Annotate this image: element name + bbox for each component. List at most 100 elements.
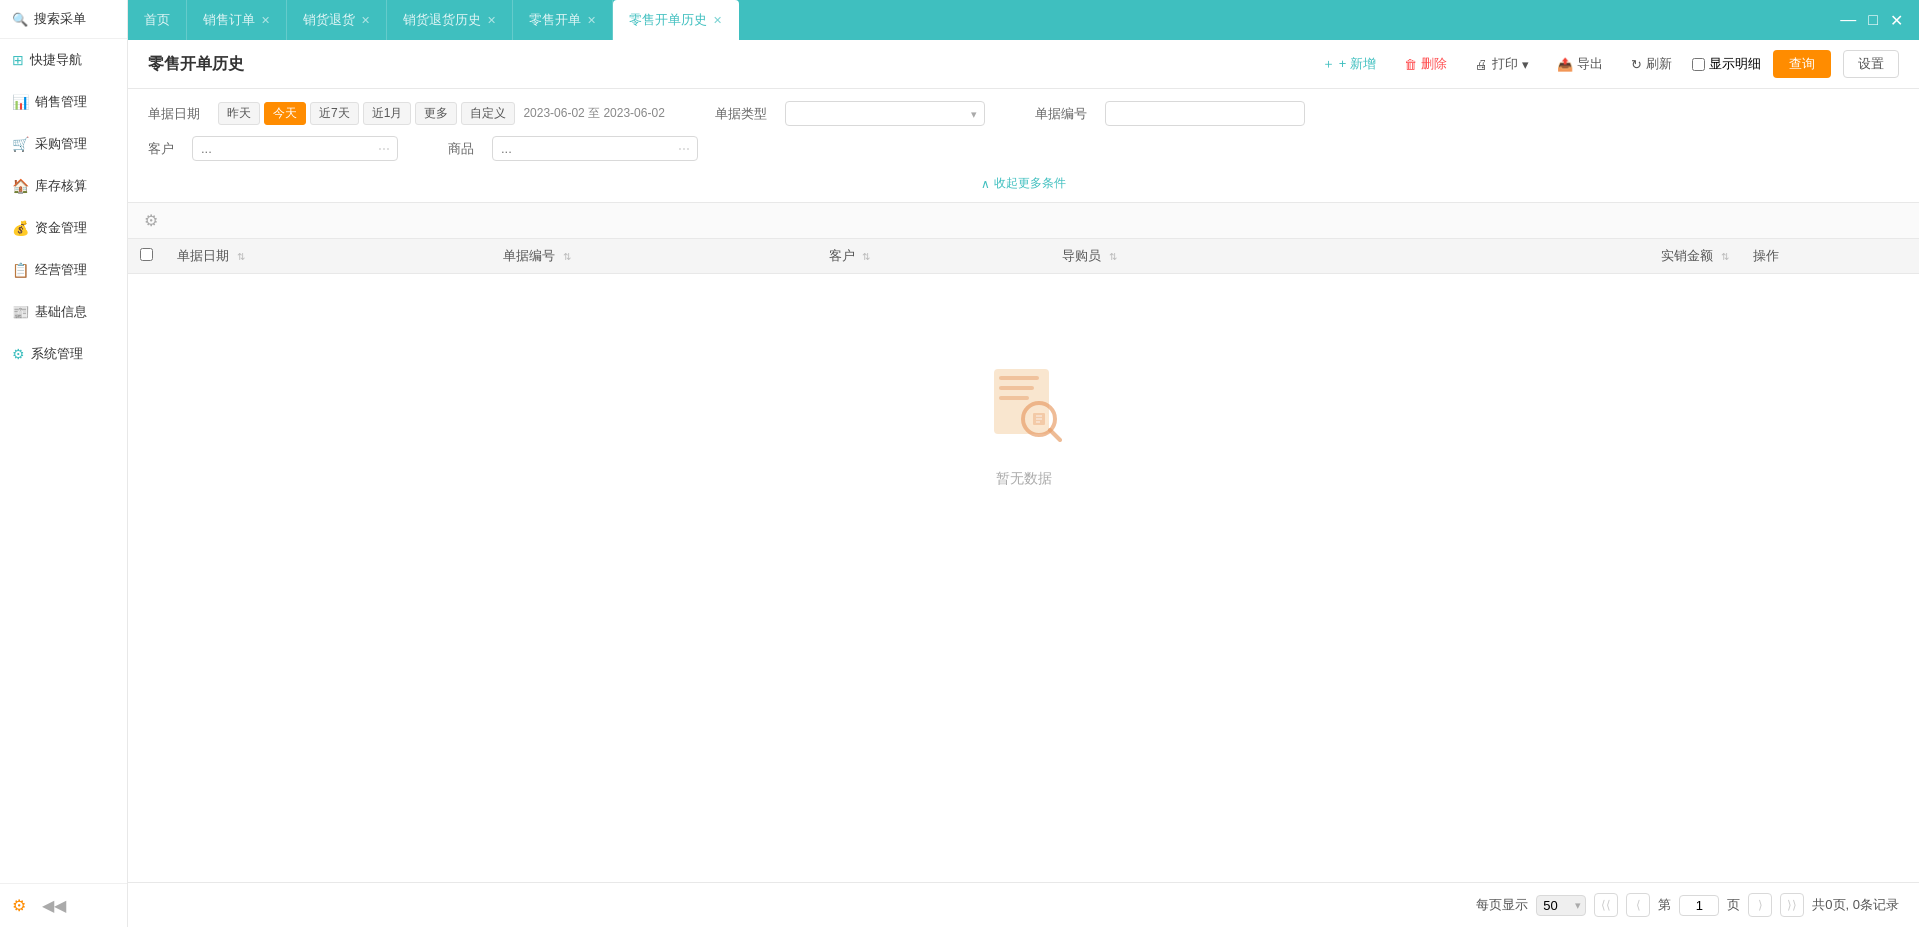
export-button[interactable]: 📤 导出	[1549, 51, 1611, 77]
sidebar-item-finance-mgmt[interactable]: 💰 资金管理	[0, 207, 127, 249]
collapse-sidebar-icon[interactable]: ◀◀	[42, 896, 66, 915]
query-button[interactable]: 查询	[1773, 50, 1831, 78]
date-btn-today[interactable]: 今天	[264, 102, 306, 125]
tab-sales-return[interactable]: 销货退货 ✕	[287, 0, 387, 40]
goods-input-icon: ⋯	[678, 142, 690, 156]
bill-type-select[interactable]	[785, 101, 985, 126]
print-icon: 🖨	[1475, 57, 1488, 72]
goods-input-wrapper: ⋯	[492, 136, 698, 161]
svg-rect-1	[999, 376, 1039, 380]
select-all-col	[128, 239, 165, 274]
close-tab-retail-open-icon[interactable]: ✕	[587, 14, 596, 27]
bill-number-input[interactable]	[1105, 101, 1305, 126]
close-window-icon[interactable]: ✕	[1890, 11, 1903, 30]
minimize-icon[interactable]: —	[1840, 11, 1856, 29]
date-btn-more[interactable]: 更多	[415, 102, 457, 125]
sidebar-item-label: 快捷导航	[30, 51, 82, 69]
table-header-row: 单据日期 ⇅ 单据编号 ⇅ 客户 ⇅ 导购员 ⇅	[128, 239, 1919, 274]
delete-icon: 🗑	[1404, 57, 1417, 72]
col-date[interactable]: 单据日期 ⇅	[165, 239, 491, 274]
sidebar-search[interactable]: 🔍 搜索采单	[0, 0, 127, 39]
sidebar-item-base-info[interactable]: 📰 基础信息	[0, 291, 127, 333]
tab-bar: 首页 销售订单 ✕ 销货退货 ✕ 销货退货历史 ✕ 零售开单 ✕ 零售开单历史 …	[128, 0, 1919, 40]
col-spacer	[1330, 239, 1415, 274]
tab-sales-order-label: 销售订单	[203, 11, 255, 29]
sidebar-item-sys-mgmt[interactable]: ⚙ 系统管理	[0, 333, 127, 375]
add-button[interactable]: ＋ + 新增	[1314, 51, 1384, 77]
goods-input[interactable]	[492, 136, 698, 161]
sidebar-item-ops-mgmt[interactable]: 📋 经营管理	[0, 249, 127, 291]
empty-text: 暂无数据	[996, 470, 1052, 488]
quick-nav-icon: ⊞	[12, 52, 24, 68]
tab-sales-order[interactable]: 销售订单 ✕	[187, 0, 287, 40]
delete-button[interactable]: 🗑 删除	[1396, 51, 1455, 77]
col-number[interactable]: 单据编号 ⇅	[491, 239, 817, 274]
sidebar-item-label: 资金管理	[35, 219, 87, 237]
svg-line-6	[1050, 430, 1060, 440]
settings-icon[interactable]: ⚙	[12, 896, 26, 915]
display-label: 显示明细	[1709, 55, 1761, 73]
display-toggle[interactable]: 显示明细	[1692, 55, 1761, 73]
close-tab-sales-return-icon[interactable]: ✕	[361, 14, 370, 27]
tab-home-label: 首页	[144, 11, 170, 29]
sidebar-search-label: 搜索采单	[34, 10, 86, 28]
close-tab-sales-order-icon[interactable]: ✕	[261, 14, 270, 27]
close-tab-retail-history-icon[interactable]: ✕	[713, 14, 722, 27]
collapse-conditions[interactable]: ∧ 收起更多条件	[148, 171, 1899, 196]
search-icon: 🔍	[12, 12, 28, 27]
tab-sales-return-history[interactable]: 销货退货历史 ✕	[387, 0, 513, 40]
customer-filter-label: 客户	[148, 140, 174, 158]
table-settings-icon[interactable]: ⚙	[144, 211, 158, 230]
chevron-up-icon: ∧	[981, 177, 990, 191]
finance-mgmt-icon: 💰	[12, 220, 29, 236]
col-amount-label: 实销金额	[1661, 248, 1713, 263]
sys-mgmt-icon: ⚙	[12, 346, 25, 362]
date-btn-yesterday[interactable]: 昨天	[218, 102, 260, 125]
date-btn-last7[interactable]: 近7天	[310, 102, 359, 125]
sidebar-item-purchase-mgmt[interactable]: 🛒 采购管理	[0, 123, 127, 165]
page-size-wrapper: 50 10 20 100	[1536, 895, 1586, 916]
current-page-input[interactable]	[1679, 895, 1719, 916]
sidebar-bottom: ⚙ ◀◀	[0, 883, 127, 927]
select-all-checkbox[interactable]	[140, 248, 153, 261]
tab-retail-open[interactable]: 零售开单 ✕	[513, 0, 613, 40]
last-page-btn[interactable]: ⟩⟩	[1780, 893, 1804, 917]
refresh-button[interactable]: ↻ 刷新	[1623, 51, 1680, 77]
sidebar-item-quick-nav[interactable]: ⊞ 快捷导航	[0, 39, 127, 81]
maximize-icon[interactable]: □	[1868, 11, 1878, 29]
sidebar-item-inventory[interactable]: 🏠 库存核算	[0, 165, 127, 207]
col-guide-sort-icon: ⇅	[1109, 251, 1117, 262]
col-amount[interactable]: 实销金额 ⇅	[1415, 239, 1741, 274]
sidebar-item-label: 经营管理	[35, 261, 87, 279]
content-header: 零售开单历史 ＋ + 新增 🗑 删除 🖨 打印 ▾ 📤 导出 ↻ 刷新	[128, 40, 1919, 89]
col-guide[interactable]: 导购员 ⇅	[1050, 239, 1330, 274]
customer-input-icon: ⋯	[378, 142, 390, 156]
add-label: + 新增	[1339, 55, 1376, 73]
first-page-btn[interactable]: ⟨⟨	[1594, 893, 1618, 917]
tab-sales-return-label: 销货退货	[303, 11, 355, 29]
tab-home[interactable]: 首页	[128, 0, 187, 40]
next-page-btn[interactable]: ⟩	[1748, 893, 1772, 917]
bill-type-label: 单据类型	[715, 105, 767, 123]
add-icon: ＋	[1322, 55, 1335, 73]
sidebar-item-sales-mgmt[interactable]: 📊 销售管理	[0, 81, 127, 123]
sales-mgmt-icon: 📊	[12, 94, 29, 110]
print-button[interactable]: 🖨 打印 ▾	[1467, 51, 1537, 77]
print-label: 打印	[1492, 55, 1518, 73]
date-btn-custom[interactable]: 自定义	[461, 102, 515, 125]
tab-sales-return-history-label: 销货退货历史	[403, 11, 481, 29]
filter-row-2: 客户 ⋯ 商品 ⋯	[148, 136, 1899, 161]
close-tab-sales-return-history-icon[interactable]: ✕	[487, 14, 496, 27]
customer-input[interactable]	[192, 136, 398, 161]
date-btn-last1month[interactable]: 近1月	[363, 102, 412, 125]
svg-rect-3	[999, 396, 1029, 400]
tab-retail-history[interactable]: 零售开单历史 ✕	[613, 0, 739, 40]
display-checkbox[interactable]	[1692, 58, 1705, 71]
settings-button[interactable]: 设置	[1843, 50, 1899, 78]
table-toolbar: ⚙	[128, 203, 1919, 239]
page-title: 零售开单历史	[148, 54, 244, 75]
page-size-select[interactable]: 50 10 20 100	[1536, 895, 1586, 916]
col-customer[interactable]: 客户 ⇅	[817, 239, 1050, 274]
prev-page-btn[interactable]: ⟨	[1626, 893, 1650, 917]
date-range-display: 2023-06-02 至 2023-06-02	[523, 105, 664, 122]
